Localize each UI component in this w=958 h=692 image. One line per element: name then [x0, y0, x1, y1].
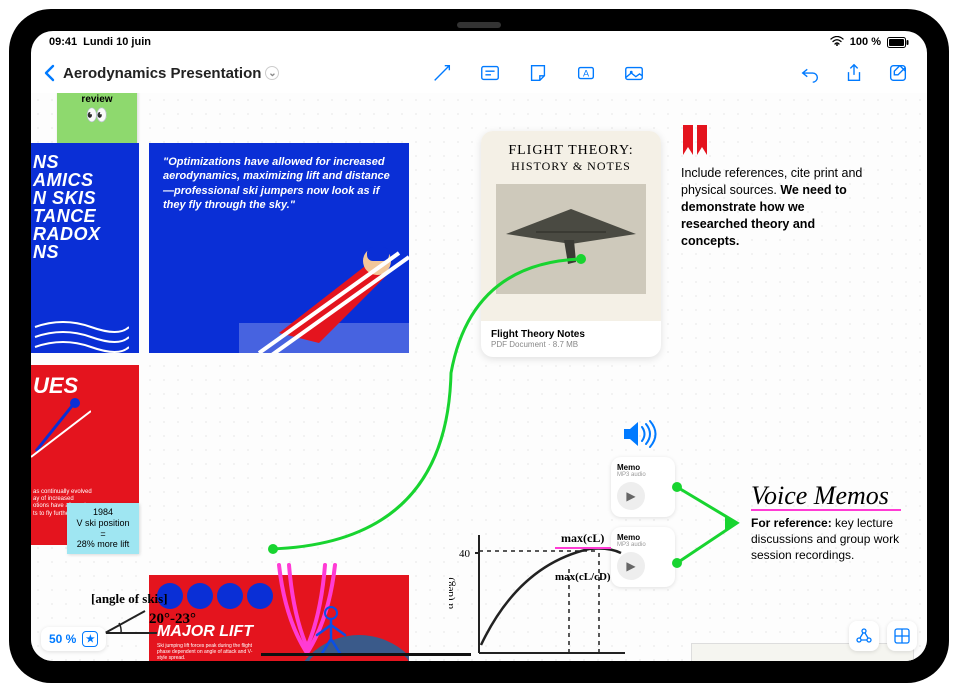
sequence-circles — [157, 583, 273, 609]
zoom-favorite-icon[interactable]: ★ — [82, 631, 98, 647]
memo-chip-1[interactable]: Memo MP3 audio ▶ — [611, 457, 675, 517]
slide-title-text: NS AMICS N SKIS TANCE RADOX NS — [33, 153, 131, 261]
voice-memos-block[interactable]: Voice Memos For reference: key lecture d… — [751, 481, 911, 564]
sticky-note-review[interactable]: review 👀 — [57, 93, 137, 147]
board-title[interactable]: Aerodynamics Presentation ⌄ — [63, 65, 279, 82]
undo-icon[interactable] — [797, 60, 823, 86]
slide-aerodynamics-title[interactable]: NS AMICS N SKIS TANCE RADOX NS — [31, 143, 139, 353]
zoom-control[interactable]: 50 % ★ — [41, 627, 106, 651]
freeform-canvas[interactable]: review 👀 NS AMICS N SKIS TANCE RADOX NS … — [31, 93, 927, 661]
voice-body-bold: For reference: — [751, 516, 832, 530]
shape-tool-icon[interactable]: A — [573, 60, 599, 86]
pink-underline-maxcl — [555, 547, 611, 549]
pdf-meta: Flight Theory Notes PDF Document · 8.7 M… — [481, 321, 661, 357]
y-tick-40: 40 — [459, 548, 471, 560]
status-date: Lundi 10 juin — [83, 36, 151, 48]
back-button[interactable] — [41, 64, 59, 82]
text-tool-icon[interactable] — [477, 60, 503, 86]
pdf-title-2: HISTORY & NOTES — [481, 159, 661, 174]
multitask-pill[interactable] — [457, 22, 501, 28]
sticky-review-label: review — [62, 94, 132, 105]
voice-memos-title: Voice Memos — [751, 481, 911, 511]
bookmark-icon — [681, 125, 709, 161]
major-lift-body: Ski jumping lift forces peak during the … — [157, 643, 257, 661]
pdf-submeta: PDF Document · 8.7 MB — [491, 340, 651, 349]
pink-underline — [751, 509, 901, 511]
view-controls — [849, 621, 917, 651]
battery-percent: 100 % — [850, 36, 881, 48]
draw-tool-icon[interactable] — [429, 60, 455, 86]
memo-sub: MP3 audio — [617, 472, 669, 478]
sticky-note-1984[interactable]: 1984 V ski position = 28% more lift — [67, 503, 139, 554]
battery-icon — [887, 37, 909, 48]
wifi-icon — [830, 36, 844, 49]
grid-button[interactable] — [887, 621, 917, 651]
ski-jumper-illustration — [239, 223, 409, 353]
status-bar: 09:41 Lundi 10 juin 100 % — [31, 31, 927, 53]
pdf-thumbnail: FLIGHT THEORY: HISTORY & NOTES — [481, 131, 661, 321]
slide-quote[interactable]: "Optimizations have allowed for increase… — [149, 143, 409, 353]
minimap-button[interactable] — [849, 621, 879, 651]
voice-memos-body: For reference: key lecture discussions a… — [751, 515, 911, 564]
chevron-down-icon: ⌄ — [265, 66, 279, 80]
max-cl-label: max(cL) — [561, 531, 604, 546]
airflow-graphic — [33, 321, 131, 362]
board-title-text: Aerodynamics Presentation — [63, 65, 261, 82]
ipad-frame: 09:41 Lundi 10 juin 100 % Aerodyna — [9, 9, 949, 683]
quote-text: "Optimizations have allowed for increase… — [163, 155, 395, 212]
screen: 09:41 Lundi 10 juin 100 % Aerodyna — [31, 31, 927, 661]
handwriting-angle-range: 20°-23° — [149, 611, 196, 628]
sticky-tool-icon[interactable] — [525, 60, 551, 86]
svg-text:A: A — [583, 69, 590, 79]
app-toolbar: Aerodynamics Presentation ⌄ A — [31, 53, 927, 93]
eyes-emoji: 👀 — [62, 105, 132, 126]
max-ratio-label: max(cL/cD) — [555, 571, 611, 583]
reference-note[interactable]: Include references, cite print and physi… — [681, 165, 871, 249]
share-icon[interactable] — [841, 60, 867, 86]
compose-icon[interactable] — [885, 60, 911, 86]
mini-ski-graphic — [31, 391, 91, 461]
baseline-stroke — [261, 653, 471, 656]
zoom-value: 50 % — [49, 632, 76, 646]
speaker-icon — [621, 419, 657, 454]
skier-sketch — [301, 603, 361, 659]
y-axis-label: α (deg) — [449, 577, 456, 609]
memo-label: Memo — [617, 463, 669, 472]
pdf-name: Flight Theory Notes — [491, 329, 651, 340]
pdf-glider-image — [496, 184, 646, 294]
media-tool-icon[interactable] — [621, 60, 647, 86]
play-button[interactable]: ▶ — [617, 482, 645, 510]
status-time: 09:41 — [49, 36, 77, 48]
pdf-title-1: FLIGHT THEORY: — [481, 131, 661, 159]
pdf-attachment[interactable]: FLIGHT THEORY: HISTORY & NOTES Flight Th… — [481, 131, 661, 357]
